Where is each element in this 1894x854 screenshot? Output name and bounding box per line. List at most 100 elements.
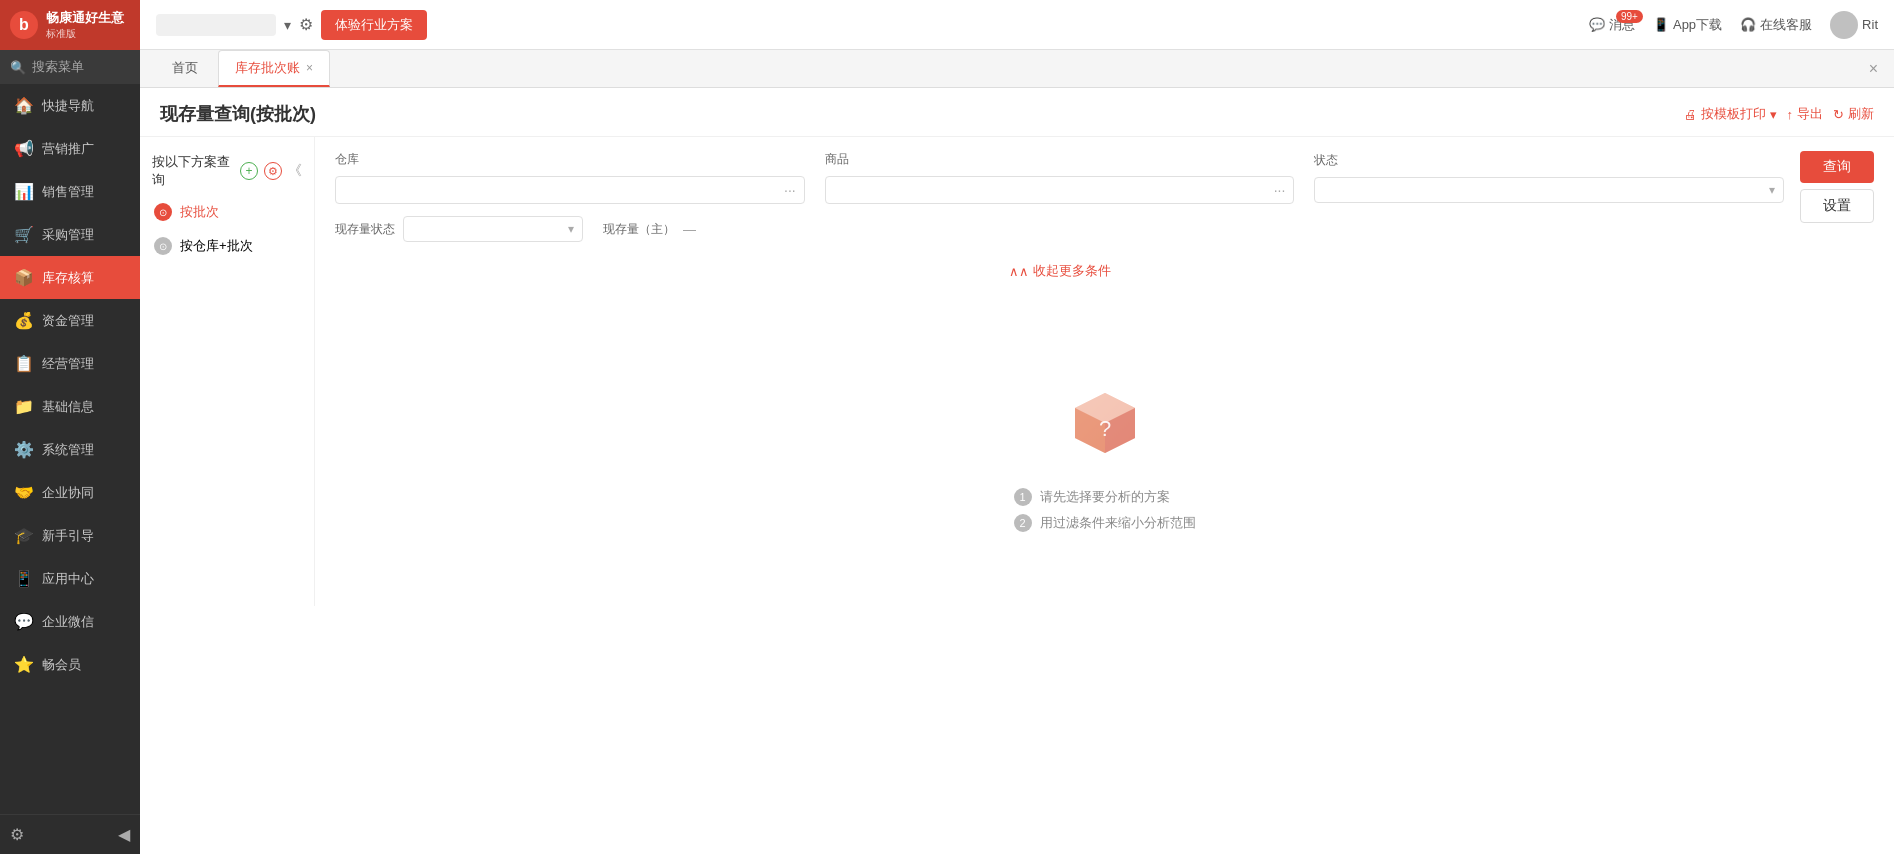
inventory-amount-range: —: [683, 222, 696, 237]
collapse-sidebar-icon[interactable]: ◀: [118, 825, 130, 844]
sidebar-item-finance[interactable]: 💰 资金管理: [0, 299, 140, 342]
nav-label: 应用中心: [42, 570, 94, 588]
sidebar-item-member[interactable]: ⭐ 畅会员: [0, 643, 140, 686]
print-icon: 🖨: [1684, 107, 1697, 122]
product-label: 商品: [825, 151, 1295, 168]
query-btn[interactable]: 查询: [1800, 151, 1874, 183]
svg-text:?: ?: [1098, 416, 1110, 441]
nav-icon: 💬: [14, 612, 34, 631]
chevron-up-icon: ∧∧: [1009, 264, 1029, 279]
warehouse-input[interactable]: [344, 183, 784, 198]
warehouse-dots-btn[interactable]: ···: [784, 182, 796, 198]
warehouse-input-wrap[interactable]: ···: [335, 176, 805, 204]
filter-field-inventory-amount: 现存量（主） —: [603, 221, 696, 238]
nav-icon: 💰: [14, 311, 34, 330]
nav-icon: 📋: [14, 354, 34, 373]
sidebar-item-operations[interactable]: 📋 经营管理: [0, 342, 140, 385]
sidebar-item-system[interactable]: ⚙️ 系统管理: [0, 428, 140, 471]
filter-row-1: 仓库 ··· 商品 ···: [335, 151, 1784, 204]
tabs-bar: 首页 库存批次账 × ×: [140, 50, 1894, 88]
user-avatar[interactable]: Rit: [1830, 11, 1878, 39]
sidebar-header: b 畅康通好生意 标准版: [0, 0, 140, 50]
sidebar-item-newbie[interactable]: 🎓 新手引导: [0, 514, 140, 557]
nav-label: 销售管理: [42, 183, 94, 201]
breadcrumb-dropdown-btn[interactable]: ▾: [284, 17, 291, 33]
status-select[interactable]: ▾: [1314, 177, 1784, 203]
nav-icon: 📱: [14, 569, 34, 588]
nav-icon: 📁: [14, 397, 34, 416]
filter-option-label: 按批次: [180, 203, 219, 221]
filter-sidebar: 按以下方案查询 + ⚙ 《 ⊙ 按批次 ⊙ 按仓库+批次: [140, 137, 315, 606]
product-input-wrap[interactable]: ···: [825, 176, 1295, 204]
tip-text-1: 请先选择要分析的方案: [1040, 488, 1170, 506]
range-dash: —: [683, 222, 696, 237]
filter-field-status: 状态 ▾: [1314, 152, 1784, 203]
sidebar-item-quick-nav[interactable]: 🏠 快捷导航: [0, 84, 140, 127]
nav-label: 新手引导: [42, 527, 94, 545]
filter-main: 仓库 ··· 商品 ···: [315, 137, 1894, 606]
filter-panel: 按以下方案查询 + ⚙ 《 ⊙ 按批次 ⊙ 按仓库+批次: [140, 137, 1894, 606]
nav-label: 基础信息: [42, 398, 94, 416]
sidebar-search[interactable]: 🔍 搜索菜单: [0, 50, 140, 84]
sidebar-item-inventory[interactable]: 📦 库存核算: [0, 256, 140, 299]
nav-label: 经营管理: [42, 355, 94, 373]
print-btn[interactable]: 🖨 按模板打印 ▾: [1684, 105, 1777, 123]
sidebar-brand: 畅康通好生意 标准版: [46, 9, 124, 41]
empty-tip-2: 2 用过滤条件来缩小分析范围: [1014, 514, 1196, 532]
messages-btn[interactable]: 💬 消息 99+: [1589, 16, 1635, 34]
nav-label: 采购管理: [42, 226, 94, 244]
product-input[interactable]: [834, 183, 1274, 198]
filter-collapse-btn[interactable]: 《: [288, 162, 302, 180]
export-btn[interactable]: ↑ 导出: [1787, 105, 1824, 123]
empty-tip-1: 1 请先选择要分析的方案: [1014, 488, 1196, 506]
nav-icon: ⚙️: [14, 440, 34, 459]
empty-tips: 1 请先选择要分析的方案 2 用过滤条件来缩小分析范围: [1014, 488, 1196, 532]
nav-label: 系统管理: [42, 441, 94, 459]
online-service-btn[interactable]: 🎧 在线客服: [1740, 16, 1812, 34]
filter-row-2: 现存量状态 ▾ 现存量（主） —: [335, 216, 1784, 242]
nav-label: 畅会员: [42, 656, 81, 674]
empty-state: ? 1 请先选择要分析的方案 2 用过滤条件来缩小分析范围: [335, 288, 1874, 592]
search-icon: 🔍: [10, 60, 26, 75]
settings-icon[interactable]: ⚙: [10, 825, 24, 844]
phone-icon: 📱: [1653, 17, 1669, 32]
filter-collapse-row[interactable]: ∧∧ 收起更多条件: [335, 254, 1784, 288]
breadcrumb-input[interactable]: [156, 14, 276, 36]
app-download-btn[interactable]: 📱 App下载: [1653, 16, 1722, 34]
tip-text-2: 用过滤条件来缩小分析范围: [1040, 514, 1196, 532]
sidebar-item-marketing[interactable]: 📢 营销推广: [0, 127, 140, 170]
tab-inventory-batch[interactable]: 库存批次账 ×: [218, 50, 330, 87]
sidebar-item-app-center[interactable]: 📱 应用中心: [0, 557, 140, 600]
sidebar-item-basic-info[interactable]: 📁 基础信息: [0, 385, 140, 428]
tab-close-btn[interactable]: ×: [306, 61, 313, 75]
nav-icon: 🏠: [14, 96, 34, 115]
inventory-status-dropdown-icon: ▾: [568, 222, 574, 236]
filter-option-by-batch[interactable]: ⊙ 按批次: [140, 195, 314, 229]
tabs-bar-close-btn[interactable]: ×: [1869, 60, 1878, 78]
tab-home[interactable]: 首页: [156, 51, 214, 87]
settings-btn[interactable]: 设置: [1800, 189, 1874, 223]
inventory-status-select[interactable]: ▾: [403, 216, 583, 242]
brand-sub: 标准版: [46, 27, 124, 41]
empty-state-icon: ?: [1055, 368, 1155, 468]
scheme-settings-btn[interactable]: ⚙: [264, 162, 282, 180]
filter-option-by-warehouse-batch[interactable]: ⊙ 按仓库+批次: [140, 229, 314, 263]
sidebar-item-purchase[interactable]: 🛒 采购管理: [0, 213, 140, 256]
product-dots-btn[interactable]: ···: [1274, 182, 1286, 198]
nav-label: 营销推广: [42, 140, 94, 158]
sidebar-bottom: ⚙ ◀: [0, 814, 140, 854]
sidebar-item-sales[interactable]: 📊 销售管理: [0, 170, 140, 213]
app-logo: b: [10, 11, 38, 39]
sidebar-item-enterprise-wx[interactable]: 💬 企业微信: [0, 600, 140, 643]
add-scheme-btn[interactable]: +: [240, 162, 258, 180]
online-service-label: 在线客服: [1760, 16, 1812, 34]
sidebar-item-enterprise[interactable]: 🤝 企业协同: [0, 471, 140, 514]
topbar-right: 💬 消息 99+ 📱 App下载 🎧 在线客服 Rit: [1589, 11, 1878, 39]
filter-field-inventory-status: 现存量状态 ▾: [335, 216, 583, 242]
trial-btn[interactable]: 体验行业方案: [321, 10, 427, 40]
status-dropdown-icon: ▾: [1769, 183, 1775, 197]
nav-label: 库存核算: [42, 269, 94, 287]
topbar-left: ▾ ⚙ 体验行业方案: [156, 10, 1579, 40]
topbar-gear-btn[interactable]: ⚙: [299, 15, 313, 34]
refresh-btn[interactable]: ↻ 刷新: [1833, 105, 1874, 123]
